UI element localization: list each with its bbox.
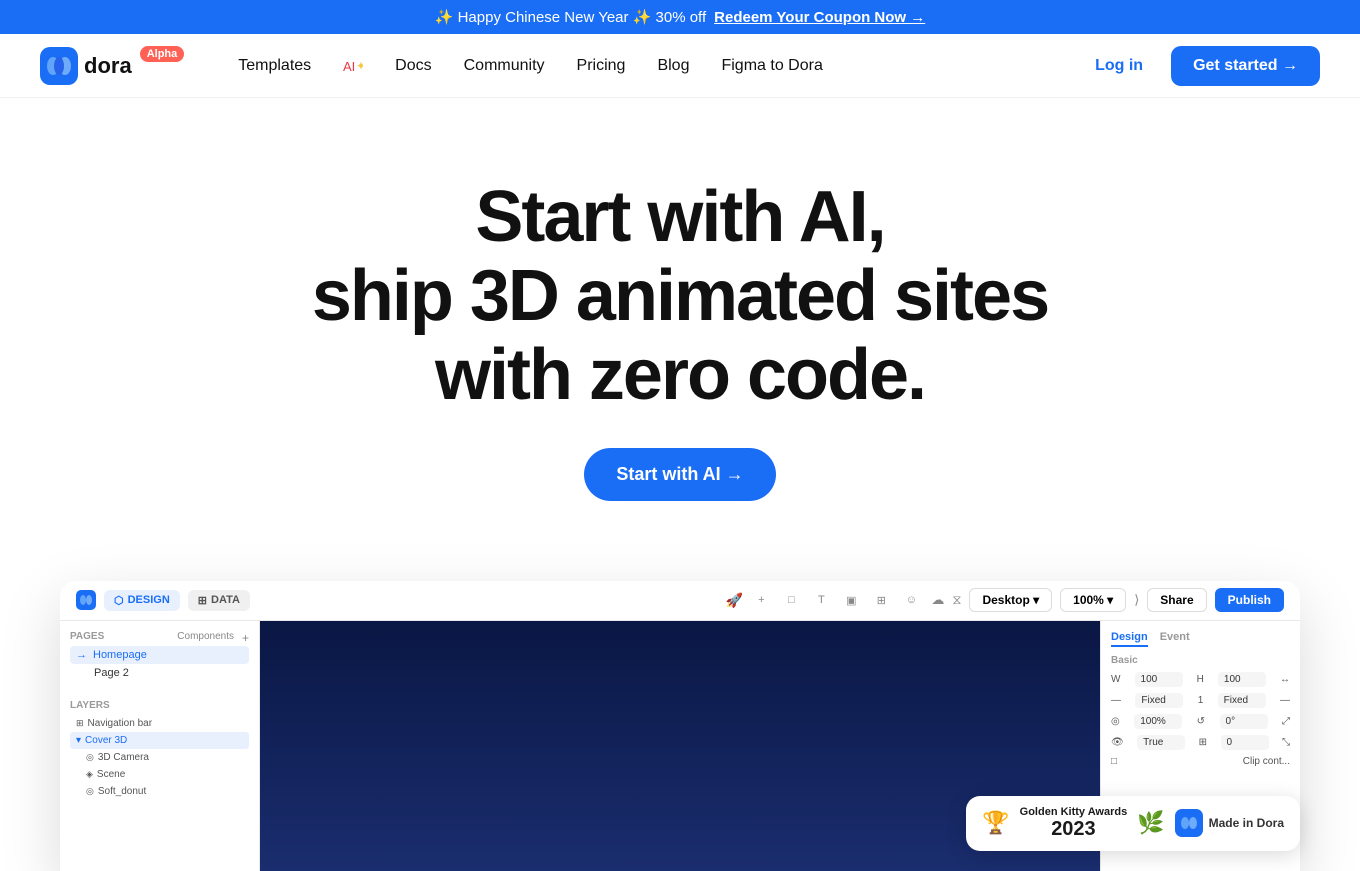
right-laurel-icon: 🌿 — [1137, 810, 1164, 836]
left-panel: Pages Components + → Homepage Page 2 L — [60, 621, 260, 871]
camera-icon: ◎ — [86, 752, 94, 763]
prop-opacity-input[interactable] — [1134, 714, 1182, 729]
layer-softdonut[interactable]: ◎ Soft_donut — [70, 783, 249, 800]
award-info: Golden Kitty Awards 2023 — [1020, 806, 1128, 841]
logo-text: dora — [84, 53, 132, 79]
text-tool[interactable]: T — [809, 588, 833, 612]
award-title: Golden Kitty Awards — [1020, 806, 1128, 818]
page-homepage[interactable]: → Homepage — [70, 646, 249, 664]
get-started-button[interactable]: Get started → — [1171, 46, 1320, 86]
add-page-icon[interactable]: + — [242, 631, 249, 645]
pages-section: Pages Components + → Homepage Page 2 — [70, 631, 249, 682]
prop-visible-input[interactable] — [1137, 735, 1185, 750]
nav-blog[interactable]: Blog — [643, 49, 703, 83]
design-panel-tab[interactable]: Design — [1111, 631, 1148, 647]
share-button[interactable]: Share — [1147, 588, 1206, 612]
layers-label: Layers — [70, 700, 249, 711]
svg-text:AI: AI — [343, 59, 355, 74]
image-tool[interactable]: ▣ — [839, 588, 863, 612]
design-tab[interactable]: ⬡ DESIGN — [104, 590, 180, 611]
adjust-icon: ⧖ — [952, 592, 961, 608]
prop-corner-input[interactable] — [1221, 735, 1269, 750]
toolbar-logo-icon — [76, 590, 96, 610]
svg-text:✦: ✦ — [356, 59, 363, 73]
dora-logo-icon — [40, 47, 78, 85]
scene-icon: ◈ — [86, 769, 93, 780]
rect-tool[interactable]: □ — [779, 588, 803, 612]
layers-section: Layers ⊞ Navigation bar ▾ Cover 3D ◎ 3D … — [70, 694, 249, 800]
publish-button[interactable]: Publish — [1215, 588, 1284, 612]
alpha-badge: Alpha — [140, 46, 185, 62]
cloud-icon: ☁ — [931, 592, 944, 608]
rocket-icon: 🚀 — [726, 592, 743, 609]
arrow-icon: → — [76, 649, 87, 661]
left-laurel-icon: 🏆 — [982, 810, 1009, 836]
device-selector[interactable]: Desktop ▾ — [969, 588, 1052, 612]
hero-title: Start with AI, ship 3D animated sites wi… — [20, 178, 1340, 416]
toolbar-tools: 🚀 + □ T ▣ ⊞ ☺ — [726, 588, 923, 612]
layer-scene-label: Scene — [97, 769, 125, 780]
made-in-dora-logo-icon — [1175, 809, 1203, 837]
donut-icon: ◎ — [86, 786, 94, 797]
add-tool[interactable]: + — [749, 588, 773, 612]
prop-w-input[interactable] — [1135, 672, 1183, 687]
prop-fixed: — 1 — — [1111, 693, 1290, 708]
logo-link[interactable]: dora Alpha — [40, 47, 184, 85]
editor-toolbar: ⬡ DESIGN ⊞ DATA 🚀 + □ T ▣ ⊞ ☺ ☁ ⧖ Deskto… — [60, 581, 1300, 621]
layer-navbar[interactable]: ⊞ Navigation bar — [70, 715, 249, 732]
data-tab[interactable]: ⊞ DATA — [188, 590, 250, 611]
navbar-layer-icon: ⊞ — [76, 718, 84, 729]
login-button[interactable]: Log in — [1079, 49, 1159, 83]
nav-docs[interactable]: Docs — [381, 49, 445, 83]
layer-navbar-label: Navigation bar — [88, 718, 152, 729]
nav-actions: Log in Get started → — [1079, 46, 1320, 86]
nav-templates[interactable]: Templates — [224, 49, 325, 83]
ai-sparkle-icon: AI ✦ — [343, 58, 363, 74]
basic-section-label: Basic — [1111, 655, 1290, 666]
link-icon: ↔ — [1280, 674, 1290, 685]
prop-h-input[interactable] — [1218, 672, 1266, 687]
layer-3dcamera-label: 3D Camera — [98, 752, 149, 763]
prop-wh: W H ↔ — [1111, 672, 1290, 687]
nav-community[interactable]: Community — [450, 49, 559, 83]
layer-softdonut-label: Soft_donut — [98, 786, 146, 797]
prop-fixed-h[interactable] — [1218, 693, 1266, 708]
layer-scene[interactable]: ◈ Scene — [70, 766, 249, 783]
pages-label: Pages — [70, 631, 104, 642]
arrow-icon: ⟩ — [1134, 592, 1139, 608]
hero-section: Start with AI, ship 3D animated sites wi… — [0, 98, 1360, 541]
start-ai-button[interactable]: Start with AI → — [584, 448, 775, 501]
layer-3dcamera[interactable]: ◎ 3D Camera — [70, 749, 249, 766]
nav-pricing[interactable]: Pricing — [563, 49, 640, 83]
people-tool[interactable]: ☺ — [899, 588, 923, 612]
editor-preview: ⬡ DESIGN ⊞ DATA 🚀 + □ T ▣ ⊞ ☺ ☁ ⧖ Deskto… — [30, 581, 1330, 871]
prop-clip: □ Clip cont... — [1111, 756, 1290, 767]
nav-links: Templates AI ✦ Docs Community Pricing Bl… — [224, 49, 1079, 83]
data-icon: ⊞ — [198, 594, 207, 607]
banner-text: ✨ Happy Chinese New Year ✨ 30% off — [435, 8, 706, 26]
prop-rotation-input[interactable] — [1220, 714, 1268, 729]
nav-figma[interactable]: Figma to Dora — [707, 49, 836, 83]
navbar: dora Alpha Templates AI ✦ Docs Community… — [0, 34, 1360, 98]
toolbar-right: ☁ ⧖ Desktop ▾ 100% ▾ ⟩ Share Publish — [931, 588, 1284, 612]
zoom-selector[interactable]: 100% ▾ — [1060, 588, 1126, 612]
top-banner: ✨ Happy Chinese New Year ✨ 30% off Redee… — [0, 0, 1360, 34]
prop-opacity: ◎ ↺ ⤢ — [1111, 714, 1290, 729]
page-2[interactable]: Page 2 — [70, 664, 249, 682]
nav-ai[interactable]: AI ✦ — [329, 50, 377, 82]
award-year: 2023 — [1051, 818, 1096, 841]
prop-visible: 👁 ⊞ ⤡ — [1111, 735, 1290, 750]
layer-cover3d-label: Cover 3D — [85, 735, 127, 746]
prop-fixed-w[interactable] — [1135, 693, 1183, 708]
made-in-dora: Made in Dora — [1175, 809, 1284, 837]
components-label[interactable]: Components — [177, 631, 234, 645]
component-tool[interactable]: ⊞ — [869, 588, 893, 612]
banner-cta[interactable]: Redeem Your Coupon Now → — [714, 9, 925, 26]
event-panel-tab[interactable]: Event — [1160, 631, 1190, 647]
golden-kitty-badge: 🏆 Golden Kitty Awards 2023 🌿 Made in Dor… — [966, 796, 1300, 851]
expand-icon: ▾ — [76, 735, 81, 746]
design-icon: ⬡ — [114, 594, 124, 607]
layer-cover3d[interactable]: ▾ Cover 3D — [70, 732, 249, 749]
made-in-dora-label: Made in Dora — [1209, 816, 1284, 830]
